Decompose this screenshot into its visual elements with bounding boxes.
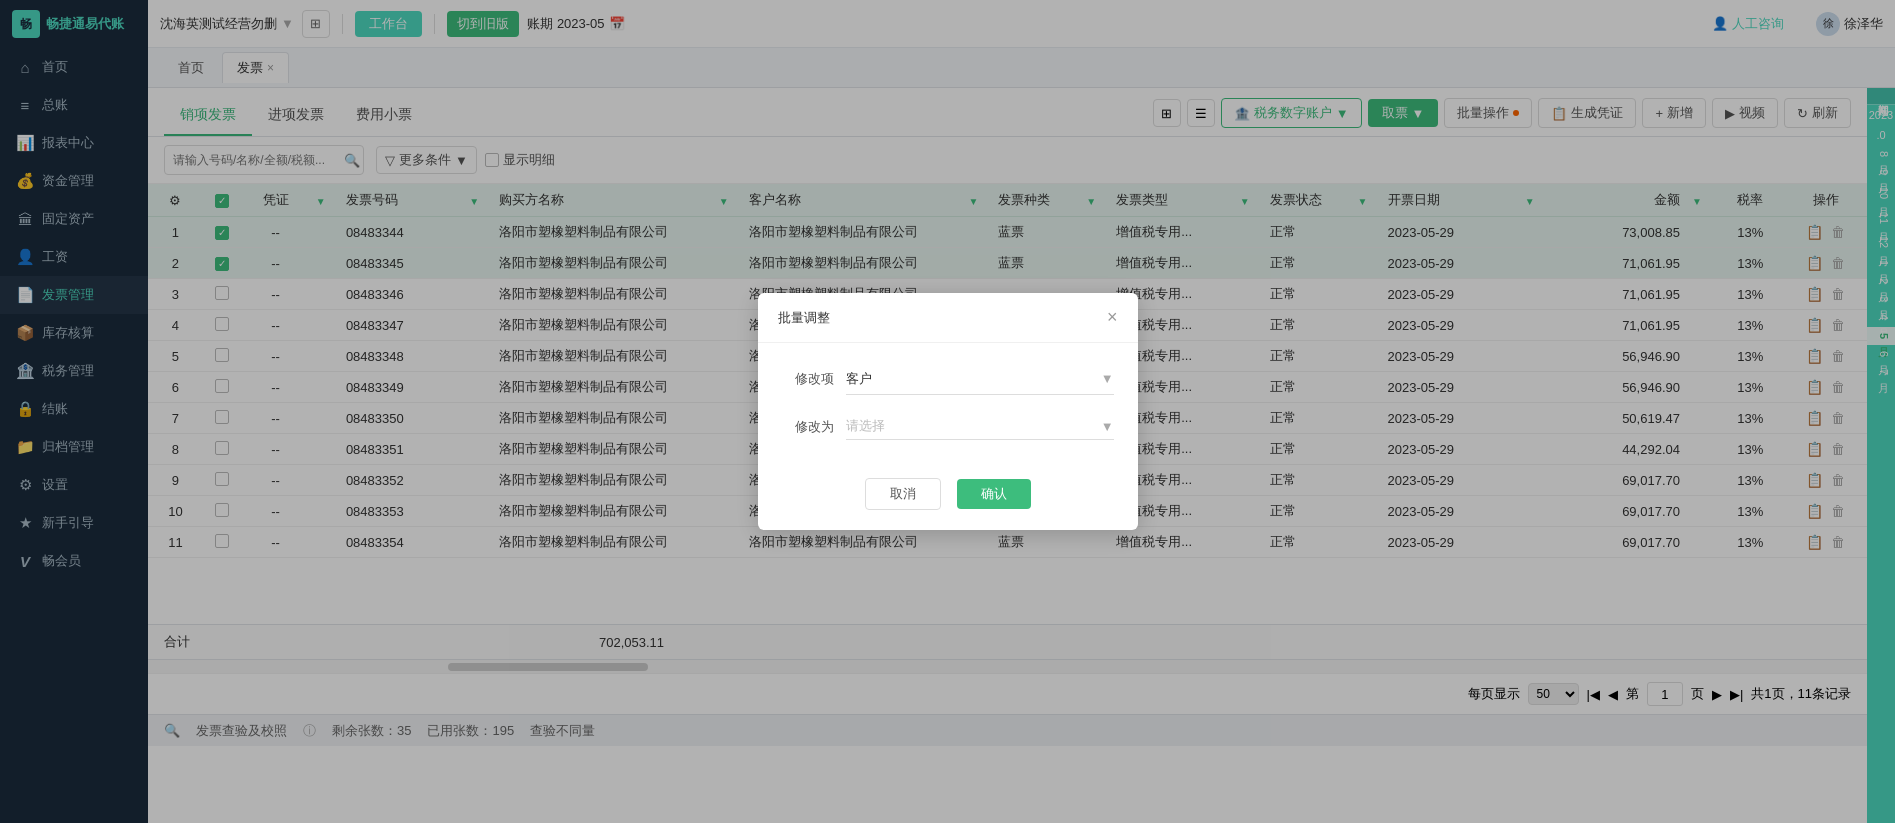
field-dropdown-icon: ▼	[1101, 371, 1114, 386]
modify-to-label: 修改为	[782, 418, 834, 436]
to-dropdown-icon: ▼	[1101, 419, 1114, 434]
modal-footer: 取消 确认	[758, 474, 1138, 530]
modify-field-row: 修改项 客户 ▼	[782, 363, 1114, 395]
modify-field-label: 修改项	[782, 370, 834, 388]
modal-header: 批量调整 ×	[758, 293, 1138, 343]
modal-close-btn[interactable]: ×	[1107, 307, 1118, 328]
confirm-button[interactable]: 确认	[957, 479, 1031, 509]
modify-to-row: 修改为 请选择 ▼	[782, 413, 1114, 440]
modify-field-select[interactable]: 客户 ▼	[846, 363, 1114, 395]
batch-adjust-modal: 批量调整 × 修改项 客户 ▼ 修改为 请选择 ▼ 取消 确认	[758, 293, 1138, 530]
modify-to-placeholder: 请选择	[846, 417, 1101, 435]
modal-title: 批量调整	[778, 309, 830, 327]
modal-overlay: 批量调整 × 修改项 客户 ▼ 修改为 请选择 ▼ 取消 确认	[0, 0, 1895, 823]
cancel-button[interactable]: 取消	[865, 478, 941, 510]
modify-to-select[interactable]: 请选择 ▼	[846, 413, 1114, 440]
modify-field-value: 客户	[846, 370, 872, 388]
modal-body: 修改项 客户 ▼ 修改为 请选择 ▼	[758, 343, 1138, 474]
